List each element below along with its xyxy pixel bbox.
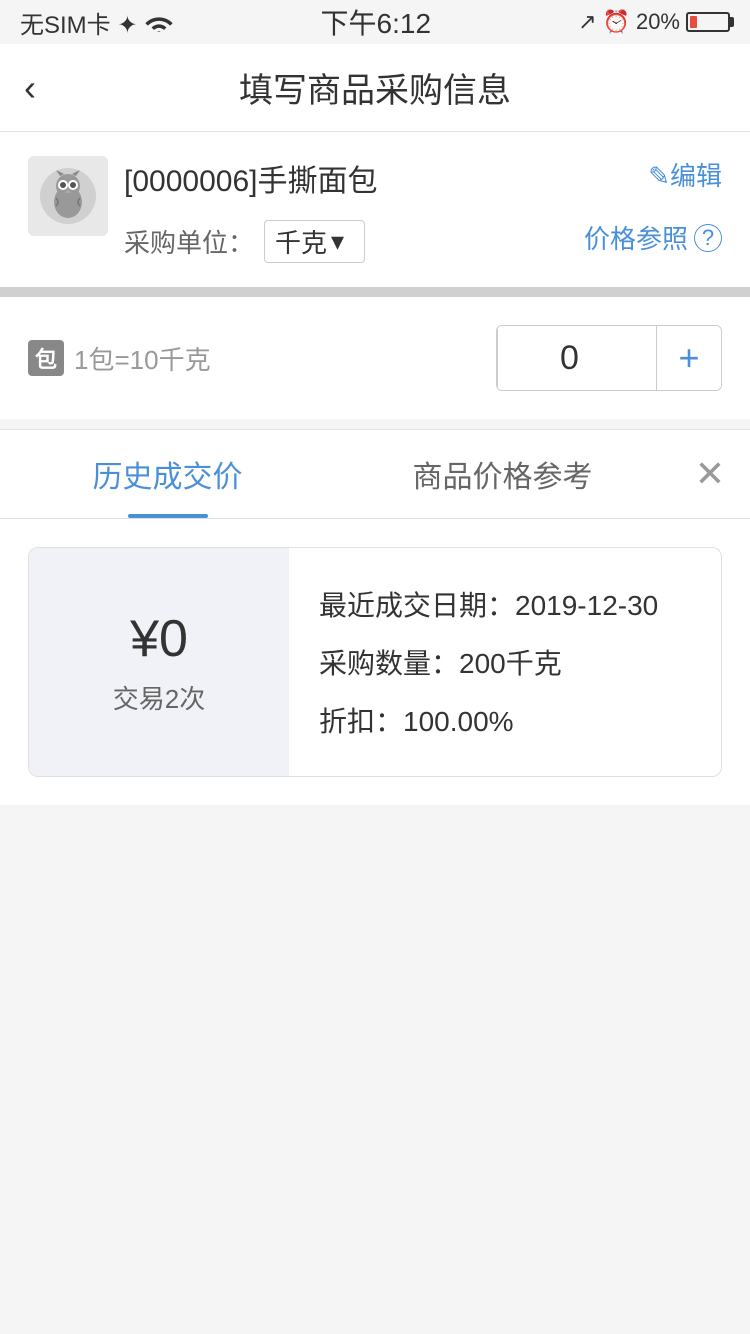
tab-product-price-ref[interactable]: 商品价格参考 — [335, 430, 670, 518]
unit-dropdown-arrow: ▾ — [331, 226, 344, 257]
tabs-header: 历史成交价 商品价格参考 ✕ — [0, 430, 750, 519]
quantity-input[interactable] — [497, 326, 657, 390]
price-ref-button[interactable]: 价格参照 ? — [584, 219, 722, 256]
status-bar: 无SIM卡 ✦ 下午6:12 ↗ ⏰ 20% — [0, 0, 750, 44]
history-quantity-row: 采购数量：200千克 — [319, 642, 691, 682]
alarm-icon: ⏰ — [603, 9, 630, 35]
status-right: ↗ ⏰ 20% — [578, 9, 730, 35]
quantity-control: + — [496, 325, 722, 391]
unit-desc: 1包=10千克 — [74, 340, 211, 377]
tabs-container: 历史成交价 商品价格参考 ✕ ¥0 交易2次 最近成交日期：2019-12-30… — [0, 429, 750, 805]
discount-value: 100.00% — [403, 706, 514, 737]
back-button[interactable]: ‹ — [24, 67, 36, 109]
unit-value: 千克 — [275, 223, 327, 260]
status-time: 下午6:12 — [321, 2, 432, 42]
status-left: 无SIM卡 ✦ — [20, 5, 173, 40]
section-divider — [0, 287, 750, 297]
carrier-text: 无SIM卡 ✦ — [20, 5, 137, 40]
owl-icon — [38, 166, 98, 226]
history-price-display: ¥0 — [130, 609, 188, 669]
page-title: 填写商品采购信息 — [239, 63, 511, 112]
quantity-detail-value: 200千克 — [459, 648, 562, 679]
unit-badge: 包 — [28, 340, 64, 376]
product-left: [0000006]手撕面包 采购单位： 千克 ▾ — [28, 156, 377, 263]
unit-label: 采购单位： — [124, 223, 254, 260]
quantity-plus-button[interactable]: + — [657, 326, 721, 390]
history-discount-row: 折扣：100.00% — [319, 700, 691, 740]
tab-history-price[interactable]: 历史成交价 — [0, 430, 335, 518]
history-details-section: 最近成交日期：2019-12-30 采购数量：200千克 折扣：100.00% — [289, 548, 721, 776]
history-trade-count: 交易2次 — [113, 679, 205, 716]
product-unit-row: 采购单位： 千克 ▾ — [124, 220, 377, 263]
history-price-section: ¥0 交易2次 — [29, 548, 289, 776]
product-info: [0000006]手撕面包 采购单位： 千克 ▾ — [124, 156, 377, 263]
product-name: [0000006]手撕面包 — [124, 156, 377, 200]
nav-bar: ‹ 填写商品采购信息 — [0, 44, 750, 132]
date-value: 2019-12-30 — [515, 590, 658, 621]
quantity-row: 包 1包=10千克 + — [0, 297, 750, 419]
gps-icon: ↗ — [578, 9, 596, 35]
product-card: [0000006]手撕面包 采购单位： 千克 ▾ ✎编辑 价格参照 ? — [0, 132, 750, 287]
edit-button[interactable]: ✎编辑 — [648, 156, 722, 193]
history-date-row: 最近成交日期：2019-12-30 — [319, 584, 691, 624]
price-ref-icon: ? — [694, 224, 722, 252]
unit-select[interactable]: 千克 ▾ — [264, 220, 365, 263]
product-image — [28, 156, 108, 236]
history-content: ¥0 交易2次 最近成交日期：2019-12-30 采购数量：200千克 折扣：… — [0, 519, 750, 805]
tab-close-button[interactable]: ✕ — [670, 430, 750, 518]
wifi-icon — [145, 12, 173, 32]
quantity-unit-info: 包 1包=10千克 — [28, 340, 211, 377]
battery-icon — [686, 12, 730, 32]
discount-label: 折扣： — [319, 706, 403, 737]
price-value: 0 — [159, 610, 188, 668]
product-right: ✎编辑 价格参照 ? — [584, 156, 722, 256]
date-label: 最近成交日期： — [319, 590, 515, 621]
quantity-label: 采购数量： — [319, 648, 459, 679]
price-ref-label: 价格参照 — [584, 219, 688, 256]
price-symbol: ¥ — [130, 610, 159, 668]
history-card: ¥0 交易2次 最近成交日期：2019-12-30 采购数量：200千克 折扣：… — [28, 547, 722, 777]
battery-percent: 20% — [636, 9, 680, 35]
product-header: [0000006]手撕面包 采购单位： 千克 ▾ ✎编辑 价格参照 ? — [28, 156, 722, 263]
